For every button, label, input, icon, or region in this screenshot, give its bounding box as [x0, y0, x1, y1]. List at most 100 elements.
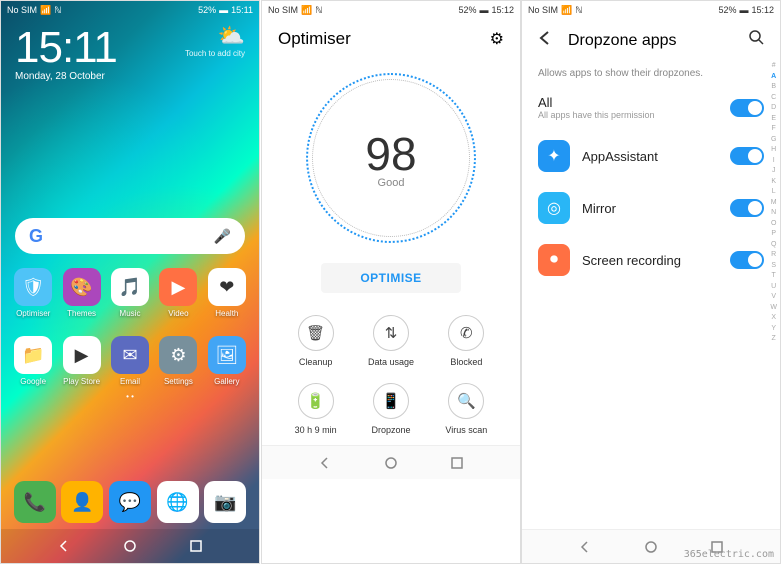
index-Q[interactable]: Q: [770, 240, 777, 251]
action-label: 30 h 9 min: [295, 425, 337, 435]
action-icon: 🗑: [298, 315, 334, 351]
index-X[interactable]: X: [770, 313, 777, 324]
index-F[interactable]: F: [770, 124, 777, 135]
action-label: Blocked: [450, 357, 482, 367]
app-row-appassistant[interactable]: ✦ AppAssistant: [522, 130, 780, 182]
gear-icon[interactable]: ⚙: [490, 29, 504, 49]
recent-button[interactable]: [188, 538, 204, 554]
toggle-all[interactable]: [730, 99, 764, 117]
app-themes[interactable]: 🎨 Themes: [59, 268, 103, 318]
index-V[interactable]: V: [770, 292, 777, 303]
search-icon[interactable]: [748, 29, 766, 52]
app-icon: ▶: [63, 336, 101, 374]
app-icon: 📷: [204, 481, 246, 523]
app-name: Mirror: [582, 201, 718, 216]
score-ring: 98 Good: [306, 73, 476, 243]
nav-bar: [262, 445, 520, 479]
index-S[interactable]: S: [770, 261, 777, 272]
app-settings[interactable]: ⚙ Settings: [156, 336, 200, 386]
app-email[interactable]: ✉ Email: [108, 336, 152, 386]
app-icon: 📞: [14, 481, 56, 523]
index-P[interactable]: P: [770, 229, 777, 240]
app-icon: ◎: [538, 192, 570, 224]
weather-icon: ⛅: [185, 23, 245, 49]
search-bar[interactable]: G 🎤: [15, 218, 245, 254]
index-E[interactable]: E: [770, 114, 777, 125]
index-B[interactable]: B: [770, 82, 777, 93]
dock: 📞 👤 💬 🌐 📷: [1, 473, 259, 529]
index-G[interactable]: G: [770, 135, 777, 146]
app-health[interactable]: ❤ Health: [205, 268, 249, 318]
action-label: Data usage: [368, 357, 414, 367]
home-button[interactable]: [122, 538, 138, 554]
app-row-mirror[interactable]: ◎ Mirror: [522, 182, 780, 234]
mic-icon[interactable]: 🎤: [214, 228, 231, 245]
app-dock[interactable]: 📷: [204, 481, 246, 523]
action-data-usage[interactable]: ⇅ Data usage: [357, 315, 424, 367]
index-U[interactable]: U: [770, 282, 777, 293]
app-icon: 👤: [61, 481, 103, 523]
app-optimiser[interactable]: 🛡 Optimiser: [11, 268, 55, 318]
app-dock[interactable]: 💬: [109, 481, 151, 523]
app-label: Settings: [164, 377, 193, 386]
weather-widget[interactable]: ⛅ Touch to add city: [185, 23, 245, 58]
index-#[interactable]: #: [770, 61, 777, 72]
app-gallery[interactable]: 🖼 Gallery: [205, 336, 249, 386]
app-icon: ▶: [159, 268, 197, 306]
app-label: Email: [120, 377, 140, 386]
app-row-screen-recording[interactable]: ⏺ Screen recording: [522, 234, 780, 286]
action-blocked[interactable]: ✆ Blocked: [433, 315, 500, 367]
page-title: Optimiser: [278, 29, 351, 49]
action-virus-scan[interactable]: 🔍 Virus scan: [433, 383, 500, 435]
action-icon: ✆: [448, 315, 484, 351]
app-icon: 💬: [109, 481, 151, 523]
app-dock[interactable]: 👤: [61, 481, 103, 523]
index-O[interactable]: O: [770, 219, 777, 230]
recent-button[interactable]: [449, 455, 465, 471]
index-J[interactable]: J: [770, 166, 777, 177]
index-T[interactable]: T: [770, 271, 777, 282]
index-Y[interactable]: Y: [770, 324, 777, 335]
index-C[interactable]: C: [770, 93, 777, 104]
app-google[interactable]: 📁 Google: [11, 336, 55, 386]
action-icon: 🔋: [298, 383, 334, 419]
app-icon: ✦: [538, 140, 570, 172]
index-A[interactable]: A: [770, 72, 777, 83]
index-N[interactable]: N: [770, 208, 777, 219]
toggle[interactable]: [730, 147, 764, 165]
action-dropzone[interactable]: 📱 Dropzone: [357, 383, 424, 435]
clock-time[interactable]: 15:11: [15, 23, 117, 73]
index-I[interactable]: I: [770, 156, 777, 167]
back-button[interactable]: [577, 539, 593, 555]
action-icon: ⇅: [373, 315, 409, 351]
clock-date: Monday, 28 October: [15, 71, 117, 82]
optimise-button[interactable]: OPTIMISE: [321, 263, 461, 293]
index-R[interactable]: R: [770, 250, 777, 261]
app-dock[interactable]: 🌐: [157, 481, 199, 523]
index-Z[interactable]: Z: [770, 334, 777, 345]
action-30-h-9-min[interactable]: 🔋 30 h 9 min: [282, 383, 349, 435]
back-button[interactable]: [56, 538, 72, 554]
index-D[interactable]: D: [770, 103, 777, 114]
app-icon: ⏺: [538, 244, 570, 276]
home-button[interactable]: [643, 539, 659, 555]
index-W[interactable]: W: [770, 303, 777, 314]
app-music[interactable]: 🎵 Music: [108, 268, 152, 318]
toggle[interactable]: [730, 199, 764, 217]
app-icon: 🎨: [63, 268, 101, 306]
app-play-store[interactable]: ▶ Play Store: [59, 336, 103, 386]
app-video[interactable]: ▶ Video: [156, 268, 200, 318]
alpha-index[interactable]: #ABCDEFGHIJKLMNOPQRSTUVWXYZ: [770, 61, 777, 345]
index-H[interactable]: H: [770, 145, 777, 156]
back-button[interactable]: [317, 455, 333, 471]
index-M[interactable]: M: [770, 198, 777, 209]
toggle[interactable]: [730, 251, 764, 269]
index-L[interactable]: L: [770, 187, 777, 198]
action-cleanup[interactable]: 🗑 Cleanup: [282, 315, 349, 367]
back-icon[interactable]: [536, 29, 554, 52]
app-label: Google: [20, 377, 46, 386]
index-K[interactable]: K: [770, 177, 777, 188]
all-apps-row[interactable]: All All apps have this permission: [522, 85, 780, 130]
home-button[interactable]: [383, 455, 399, 471]
app-dock[interactable]: 📞: [14, 481, 56, 523]
